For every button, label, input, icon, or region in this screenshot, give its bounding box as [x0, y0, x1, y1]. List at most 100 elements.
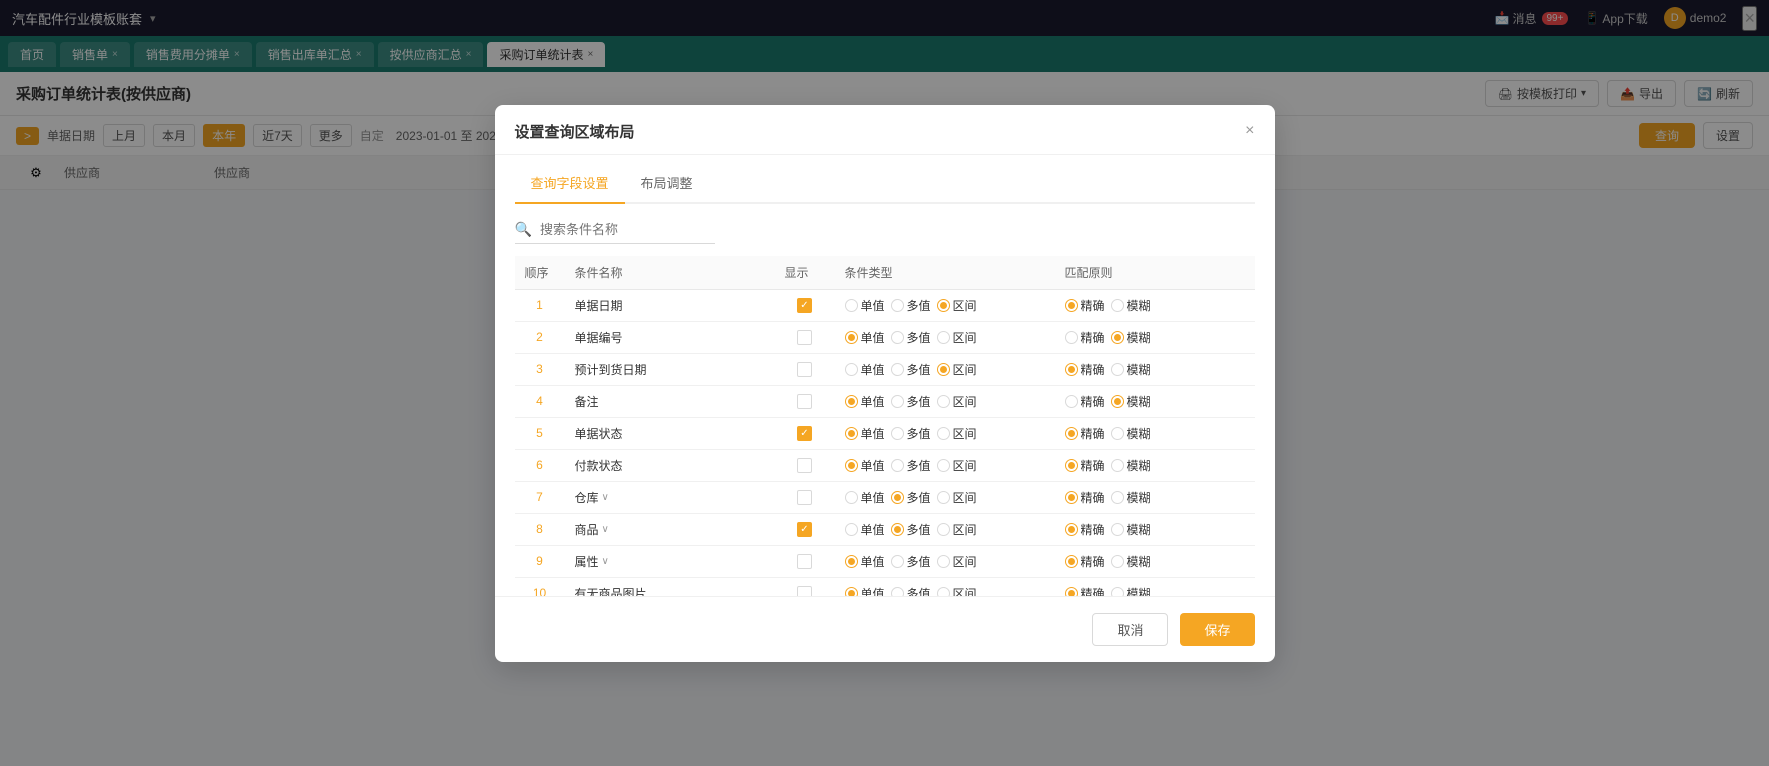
radio-button[interactable] [845, 555, 858, 568]
type-option-多值[interactable]: 多值 [891, 553, 931, 570]
rule-option-精确[interactable]: 精确 [1065, 553, 1105, 570]
type-option-单值[interactable]: 单值 [845, 521, 885, 538]
type-option-区间[interactable]: 区间 [937, 553, 977, 570]
type-option-多值[interactable]: 多值 [891, 425, 931, 442]
rule-option-模糊[interactable]: 模糊 [1111, 521, 1151, 538]
rule-option-模糊[interactable]: 模糊 [1111, 361, 1151, 378]
rule-option-精确[interactable]: 精确 [1065, 521, 1105, 538]
radio-button[interactable] [845, 363, 858, 376]
save-button[interactable]: 保存 [1180, 613, 1254, 646]
expand-arrow-icon[interactable]: ∨ [602, 524, 609, 535]
radio-button[interactable] [1065, 587, 1078, 596]
radio-button[interactable] [1111, 299, 1124, 312]
radio-button[interactable] [845, 587, 858, 596]
display-checkbox[interactable]: ✓ [797, 298, 812, 313]
radio-button[interactable] [891, 331, 904, 344]
radio-button[interactable] [1111, 587, 1124, 596]
radio-button[interactable] [1065, 459, 1078, 472]
radio-button[interactable] [1065, 491, 1078, 504]
rule-option-模糊[interactable]: 模糊 [1111, 425, 1151, 442]
type-option-单值[interactable]: 单值 [845, 393, 885, 410]
rule-option-精确[interactable]: 精确 [1065, 425, 1105, 442]
display-checkbox[interactable] [797, 394, 812, 409]
display-checkbox[interactable] [797, 458, 812, 473]
type-option-单值[interactable]: 单值 [845, 425, 885, 442]
tab-layout-adjust[interactable]: 布局调整 [625, 167, 709, 204]
type-option-多值[interactable]: 多值 [891, 585, 931, 596]
radio-button[interactable] [1111, 555, 1124, 568]
row-display[interactable] [775, 481, 835, 513]
type-option-单值[interactable]: 单值 [845, 361, 885, 378]
type-option-多值[interactable]: 多值 [891, 361, 931, 378]
type-option-区间[interactable]: 区间 [937, 297, 977, 314]
row-display[interactable]: ✓ [775, 289, 835, 321]
rule-option-模糊[interactable]: 模糊 [1111, 489, 1151, 506]
radio-button[interactable] [937, 587, 950, 596]
search-input[interactable] [536, 220, 715, 239]
radio-button[interactable] [937, 523, 950, 536]
type-option-多值[interactable]: 多值 [891, 297, 931, 314]
cancel-button[interactable]: 取消 [1092, 613, 1168, 646]
radio-button[interactable] [1065, 299, 1078, 312]
type-option-单值[interactable]: 单值 [845, 489, 885, 506]
radio-button[interactable] [845, 299, 858, 312]
radio-button[interactable] [1065, 331, 1078, 344]
row-display[interactable] [775, 545, 835, 577]
display-checkbox[interactable]: ✓ [797, 522, 812, 537]
radio-button[interactable] [891, 299, 904, 312]
type-option-区间[interactable]: 区间 [937, 393, 977, 410]
display-checkbox[interactable] [797, 490, 812, 505]
row-display[interactable] [775, 449, 835, 481]
type-option-多值[interactable]: 多值 [891, 521, 931, 538]
radio-button[interactable] [845, 427, 858, 440]
radio-button[interactable] [937, 491, 950, 504]
rule-option-精确[interactable]: 精确 [1065, 489, 1105, 506]
display-checkbox[interactable] [797, 330, 812, 345]
radio-button[interactable] [891, 491, 904, 504]
display-checkbox[interactable]: ✓ [797, 426, 812, 441]
type-option-多值[interactable]: 多值 [891, 393, 931, 410]
type-option-单值[interactable]: 单值 [845, 553, 885, 570]
dialog-close-button[interactable]: × [1245, 123, 1254, 139]
type-option-多值[interactable]: 多值 [891, 457, 931, 474]
type-option-单值[interactable]: 单值 [845, 585, 885, 596]
radio-button[interactable] [1111, 427, 1124, 440]
type-option-区间[interactable]: 区间 [937, 489, 977, 506]
display-checkbox[interactable] [797, 362, 812, 377]
radio-button[interactable] [1111, 331, 1124, 344]
radio-button[interactable] [845, 331, 858, 344]
rule-option-模糊[interactable]: 模糊 [1111, 553, 1151, 570]
rule-option-精确[interactable]: 精确 [1065, 329, 1105, 346]
type-option-多值[interactable]: 多值 [891, 489, 931, 506]
radio-button[interactable] [891, 459, 904, 472]
radio-button[interactable] [891, 363, 904, 376]
type-option-区间[interactable]: 区间 [937, 361, 977, 378]
rule-option-模糊[interactable]: 模糊 [1111, 585, 1151, 596]
radio-button[interactable] [891, 587, 904, 596]
radio-button[interactable] [845, 491, 858, 504]
radio-button[interactable] [845, 459, 858, 472]
type-option-单值[interactable]: 单值 [845, 457, 885, 474]
rule-option-精确[interactable]: 精确 [1065, 585, 1105, 596]
row-display[interactable] [775, 321, 835, 353]
radio-button[interactable] [1111, 363, 1124, 376]
type-option-区间[interactable]: 区间 [937, 521, 977, 538]
radio-button[interactable] [937, 363, 950, 376]
radio-button[interactable] [937, 555, 950, 568]
radio-button[interactable] [1111, 459, 1124, 472]
display-checkbox[interactable] [797, 586, 812, 596]
radio-button[interactable] [1065, 555, 1078, 568]
radio-button[interactable] [891, 555, 904, 568]
rule-option-模糊[interactable]: 模糊 [1111, 457, 1151, 474]
row-display[interactable]: ✓ [775, 417, 835, 449]
row-display[interactable]: ✓ [775, 513, 835, 545]
type-option-单值[interactable]: 单值 [845, 297, 885, 314]
rule-option-模糊[interactable]: 模糊 [1111, 329, 1151, 346]
type-option-区间[interactable]: 区间 [937, 585, 977, 596]
radio-button[interactable] [1111, 395, 1124, 408]
type-option-单值[interactable]: 单值 [845, 329, 885, 346]
radio-button[interactable] [937, 299, 950, 312]
tab-query-fields[interactable]: 查询字段设置 [515, 167, 625, 204]
radio-button[interactable] [1065, 523, 1078, 536]
rule-option-模糊[interactable]: 模糊 [1111, 393, 1151, 410]
